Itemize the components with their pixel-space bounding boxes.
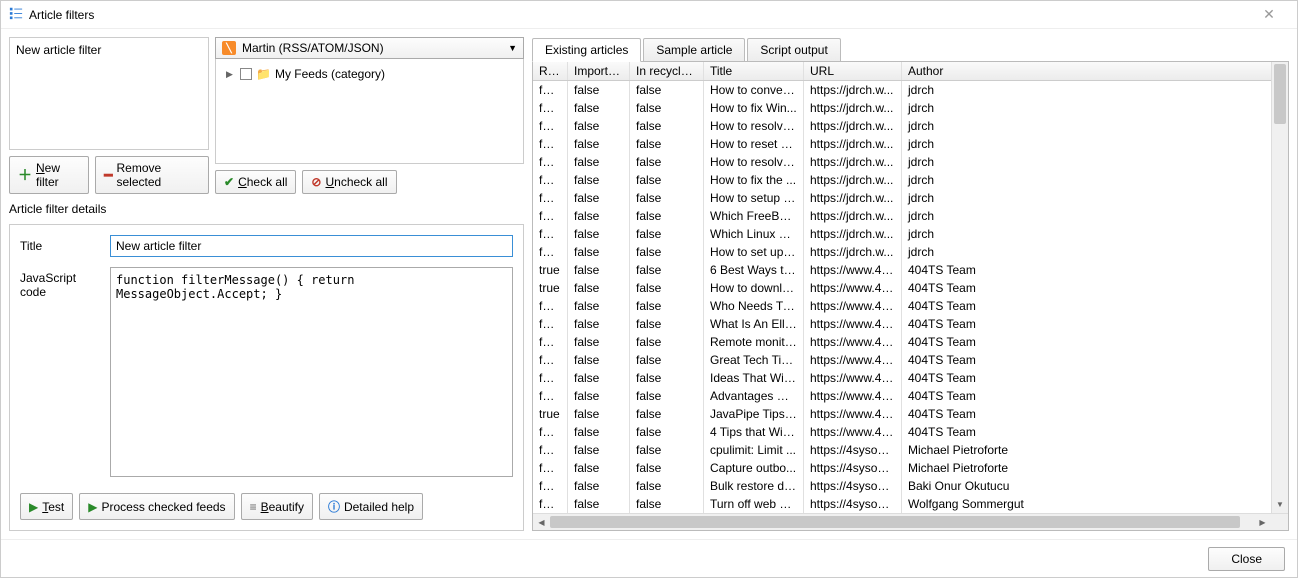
table-row[interactable]: falsefalsefalseHow to reset a ...https:/… [533,135,1288,153]
scroll-right-icon[interactable]: ▶ [1254,514,1271,530]
table-row[interactable]: falsefalsefalseAdvantages Of ...https://… [533,387,1288,405]
details-label: Article filter details [9,202,524,216]
grid-body[interactable]: falsefalsefalseHow to convert...https://… [533,81,1288,513]
table-row[interactable]: falsefalsefalsecpulimit: Limit ...https:… [533,441,1288,459]
table-row[interactable]: falsefalsefalseWhich Linux dir...https:/… [533,225,1288,243]
table-row[interactable]: falsefalsefalseTurn off web se...https:/… [533,495,1288,513]
table-row[interactable]: falsefalsefalseCapture outbo...https://4… [533,459,1288,477]
process-checked-button[interactable]: ▶Process checked feeds [79,493,234,520]
right-pane: Existing articles Sample article Script … [532,37,1289,531]
tab-sample[interactable]: Sample article [643,38,745,62]
detailed-help-button[interactable]: ⓘDetailed help [319,493,423,520]
tab-existing[interactable]: Existing articles [532,38,641,62]
grid-header[interactable]: Read Important In recycle bin Title URL … [533,62,1288,81]
code-textarea[interactable] [110,267,513,477]
table-row[interactable]: truefalsefalseJavaPipe Tips: H...https:/… [533,405,1288,423]
table-row[interactable]: falsefalsefalseHow to fix Win...https://… [533,99,1288,117]
titlebar: Article filters ✕ [1,1,1297,29]
table-row[interactable]: truefalsefalseHow to downlo...https://ww… [533,279,1288,297]
plus-icon: ＋ [18,170,32,180]
title-input[interactable] [110,235,513,257]
left-pane: New article filter ＋New filter ━Remove s… [9,37,524,531]
tab-output[interactable]: Script output [747,38,840,62]
check-icon: ✔ [224,175,234,189]
article-grid: Read Important In recycle bin Title URL … [532,61,1289,531]
feed-tree[interactable]: ▶ 📁 My Feeds (category) [215,59,524,164]
filter-list-item[interactable]: New article filter [16,42,202,58]
test-button[interactable]: ▶Test [20,493,73,520]
table-row[interactable]: falsefalsefalseWhich FreeBSD ...https://… [533,207,1288,225]
code-label: JavaScript code [20,267,100,299]
folder-icon: 📁 [256,67,271,81]
table-row[interactable]: falsefalsefalseHow to convert...https://… [533,81,1288,99]
window-close-button[interactable]: ✕ [1249,6,1289,23]
table-row[interactable]: falsefalsefalseIdeas That Will ...https:… [533,369,1288,387]
col-title[interactable]: Title [704,62,804,80]
col-important[interactable]: Important [568,62,630,80]
filter-list-panel: New article filter ＋New filter ━Remove s… [9,37,209,194]
tree-row[interactable]: ▶ 📁 My Feeds (category) [222,65,517,83]
beautify-button[interactable]: ≡Beautify [241,493,313,520]
table-row[interactable]: falsefalsefalseHow to resolve ...https:/… [533,153,1288,171]
table-row[interactable]: falsefalsefalseWhat Is An Ellu...https:/… [533,315,1288,333]
footer: Close [1,539,1297,577]
window-title: Article filters [29,8,1249,22]
content: New article filter ＋New filter ━Remove s… [1,29,1297,539]
filter-list[interactable]: New article filter [9,37,209,150]
scroll-thumb[interactable] [1274,64,1286,124]
details-panel: Title JavaScript code ▶Test ▶Process che… [9,224,524,531]
play-icon: ▶ [88,500,97,514]
table-row[interactable]: falsefalsefalseBulk restore del...https:… [533,477,1288,495]
table-row[interactable]: falsefalsefalseHow to setup z...https://… [533,189,1288,207]
col-author[interactable]: Author [902,62,1288,80]
window: Article filters ✕ New article filter ＋Ne… [0,0,1298,578]
uncheck-all-button[interactable]: ⊘Uncheck all [302,170,396,194]
col-url[interactable]: URL [804,62,902,80]
scroll-down-icon[interactable]: ▼ [1272,496,1288,513]
table-row[interactable]: falsefalsefalseRemote monito...https://w… [533,333,1288,351]
info-icon: ⓘ [328,498,340,515]
remove-selected-button[interactable]: ━Remove selected [95,156,209,194]
vertical-scrollbar[interactable]: ▲ ▼ [1271,62,1288,513]
check-all-button[interactable]: ✔Check all [215,170,296,194]
table-row[interactable]: truefalsefalse6 Best Ways to ...https://… [533,261,1288,279]
table-row[interactable]: falsefalsefalseHow to fix the ...https:/… [533,171,1288,189]
title-label: Title [20,235,100,253]
table-row[interactable]: falsefalsefalseHow to resolve ...https:/… [533,117,1288,135]
tree-label: My Feeds (category) [275,67,385,81]
minus-icon: ━ [104,170,112,180]
horizontal-scrollbar[interactable]: ◀ ▶ [533,513,1288,530]
account-combo[interactable]: ╲ Martin (RSS/ATOM/JSON) ▼ [215,37,524,59]
new-filter-button[interactable]: ＋New filter [9,156,89,194]
close-button[interactable]: Close [1208,547,1285,571]
table-row[interactable]: falsefalsefalse4 Tips that Will ...https… [533,423,1288,441]
account-combo-label: Martin (RSS/ATOM/JSON) [242,41,384,55]
scroll-left-icon[interactable]: ◀ [533,514,550,530]
table-row[interactable]: falsefalsefalseGreat Tech Tips ...https:… [533,351,1288,369]
lines-icon: ≡ [250,500,257,514]
uncheck-icon: ⊘ [311,175,321,189]
tree-expand-icon[interactable]: ▶ [226,69,236,80]
scroll-thumb[interactable] [550,516,1240,528]
table-row[interactable]: falsefalsefalseHow to set up e...https:/… [533,243,1288,261]
app-icon [9,6,23,23]
tree-checkbox[interactable] [240,68,252,80]
chevron-down-icon: ▼ [508,43,517,53]
feed-tree-panel: ╲ Martin (RSS/ATOM/JSON) ▼ ▶ 📁 My Feeds … [215,37,524,194]
table-row[interactable]: falsefalsefalseWho Needs Tra...https://w… [533,297,1288,315]
tab-bar: Existing articles Sample article Script … [532,37,1289,61]
col-recycle[interactable]: In recycle bin [630,62,704,80]
rss-icon: ╲ [222,41,236,55]
play-icon: ▶ [29,500,38,514]
col-read[interactable]: Read [533,62,568,80]
